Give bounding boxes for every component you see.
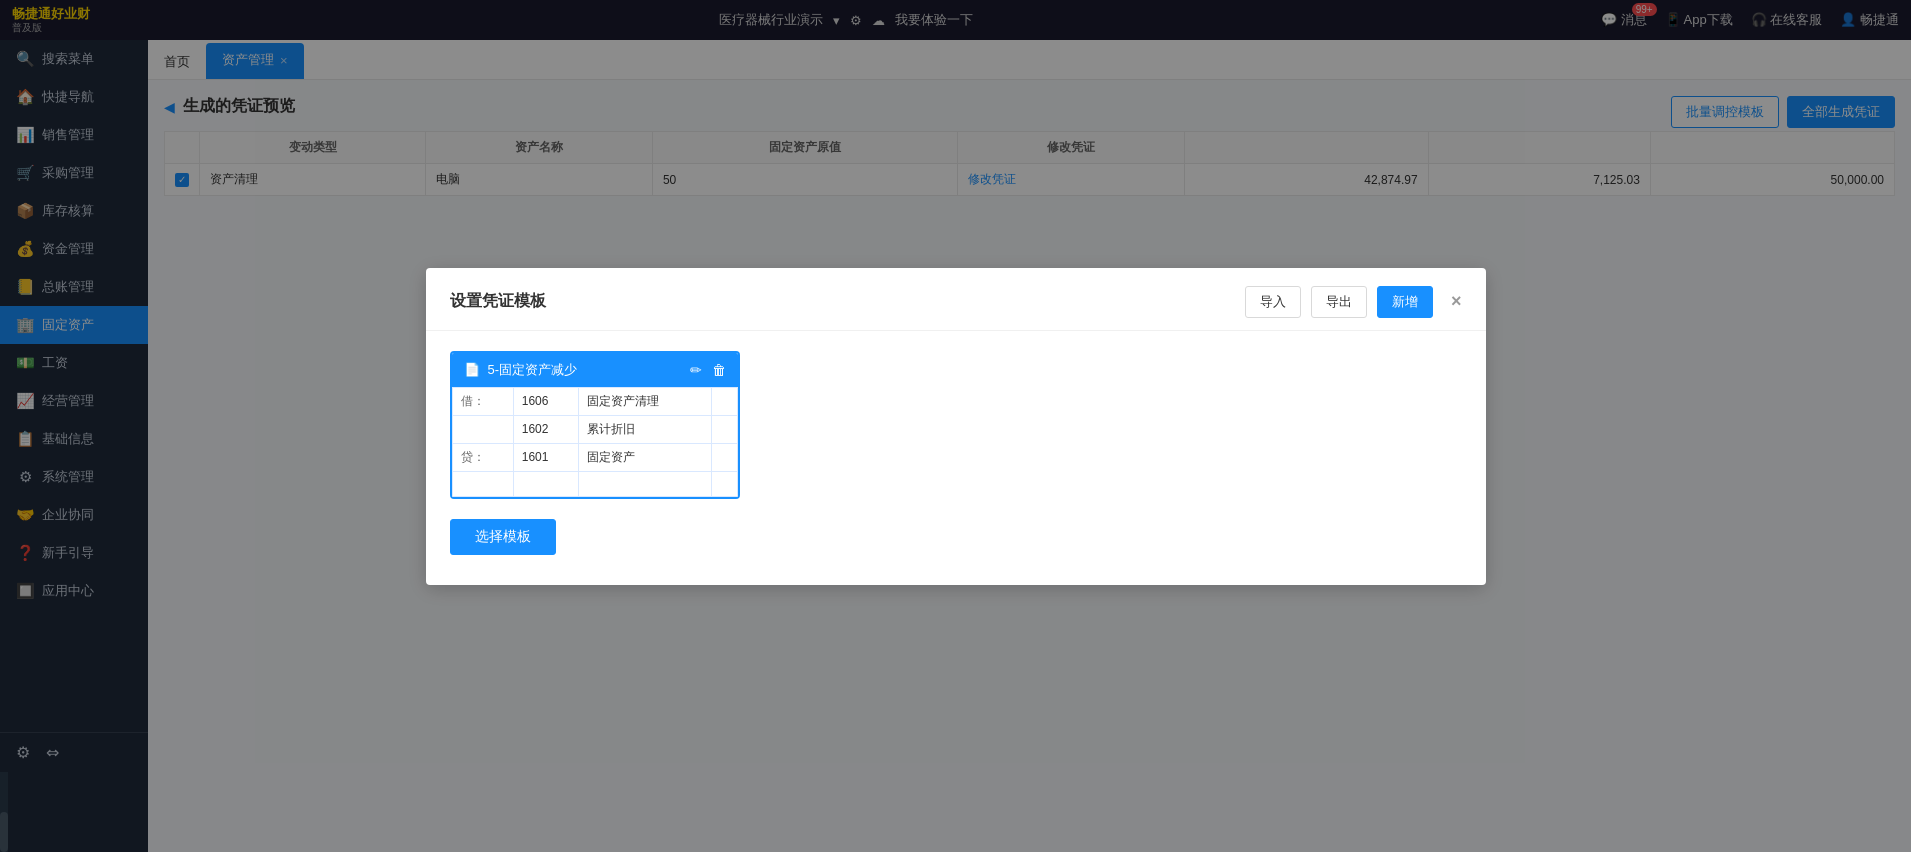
template-table: 借： 1606 固定资产清理 1602 累计折旧 bbox=[452, 387, 738, 497]
debit-label: 借： bbox=[452, 387, 513, 415]
template-edit-icon[interactable]: ✏ bbox=[690, 362, 702, 378]
credit1-code: 1601 bbox=[513, 443, 578, 471]
credit1-name: 固定资产 bbox=[579, 443, 712, 471]
debit2-name: 累计折旧 bbox=[579, 415, 712, 443]
export-button[interactable]: 导出 bbox=[1311, 286, 1367, 318]
new-button[interactable]: 新增 bbox=[1377, 286, 1433, 318]
credit-label: 贷： bbox=[452, 443, 513, 471]
template-row-empty bbox=[452, 471, 737, 496]
debit1-col4 bbox=[712, 387, 737, 415]
template-card-body: 借： 1606 固定资产清理 1602 累计折旧 bbox=[452, 387, 738, 497]
debit2-empty bbox=[452, 415, 513, 443]
template-row-credit1: 贷： 1601 固定资产 bbox=[452, 443, 737, 471]
template-card-header: 📄 5-固定资产减少 ✏ 🗑 bbox=[452, 353, 738, 387]
dialog-overlay[interactable]: 设置凭证模板 导入 导出 新增 × 📄 5-固定资产减少 ✏ 🗑 bbox=[0, 0, 1911, 852]
import-button[interactable]: 导入 bbox=[1245, 286, 1301, 318]
select-template-wrap: 选择模板 bbox=[450, 519, 1462, 555]
template-card-header-actions: ✏ 🗑 bbox=[690, 362, 726, 378]
debit2-col4 bbox=[712, 415, 737, 443]
template-row-debit1: 借： 1606 固定资产清理 bbox=[452, 387, 737, 415]
template-card: 📄 5-固定资产减少 ✏ 🗑 借： 1606 固 bbox=[450, 351, 740, 499]
template-name: 5-固定资产减少 bbox=[488, 361, 578, 379]
dialog-header-controls: 导入 导出 新增 × bbox=[1245, 286, 1462, 318]
dialog-header: 设置凭证模板 导入 导出 新增 × bbox=[426, 268, 1486, 331]
template-doc-icon: 📄 bbox=[464, 362, 480, 377]
credit1-col4 bbox=[712, 443, 737, 471]
dialog-body: 📄 5-固定资产减少 ✏ 🗑 借： 1606 固 bbox=[426, 331, 1486, 585]
template-delete-icon[interactable]: 🗑 bbox=[712, 362, 726, 378]
select-template-button[interactable]: 选择模板 bbox=[450, 519, 556, 555]
debit2-code: 1602 bbox=[513, 415, 578, 443]
template-row-debit2: 1602 累计折旧 bbox=[452, 415, 737, 443]
dialog-title: 设置凭证模板 bbox=[450, 291, 546, 312]
debit1-code: 1606 bbox=[513, 387, 578, 415]
debit1-name: 固定资产清理 bbox=[579, 387, 712, 415]
dialog: 设置凭证模板 导入 导出 新增 × 📄 5-固定资产减少 ✏ 🗑 bbox=[426, 268, 1486, 585]
dialog-close-icon[interactable]: × bbox=[1451, 291, 1462, 312]
